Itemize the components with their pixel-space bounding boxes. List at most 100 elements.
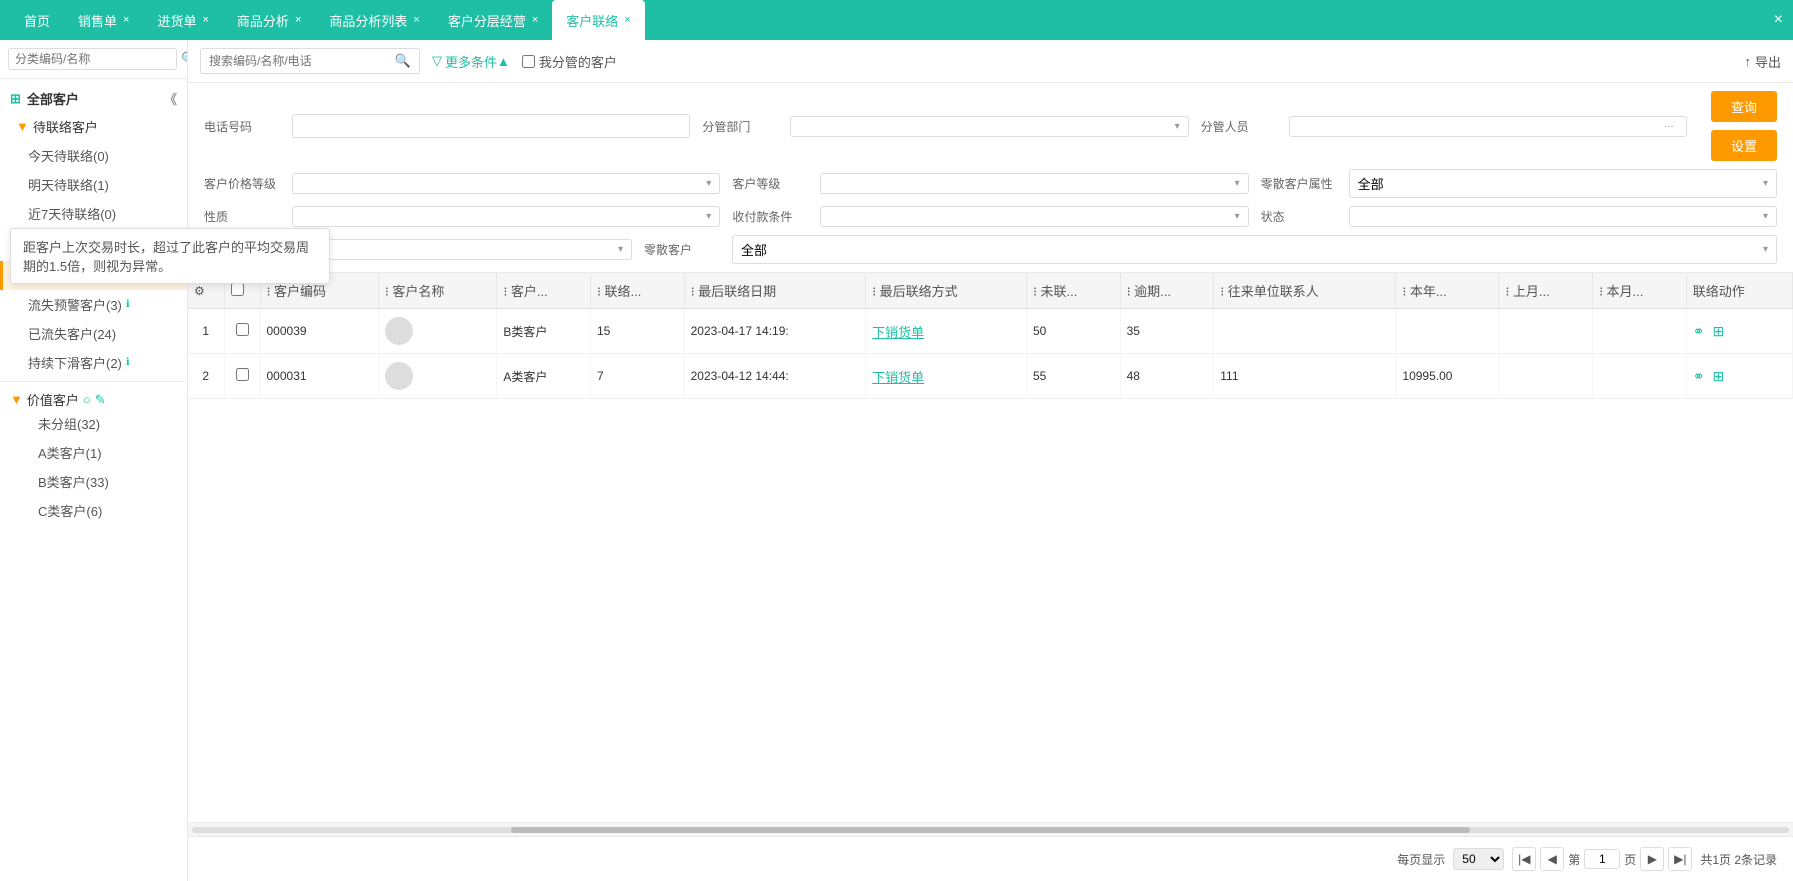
close-customer-contact-tab[interactable]: ×: [624, 14, 630, 26]
tooltip-box: 距客户上次交易时长，超过了此客户的平均交易周期的1.5倍，则视为异常。: [10, 228, 187, 284]
row-2-checkbox[interactable]: [236, 368, 249, 381]
sidebar-search-input[interactable]: [8, 48, 177, 70]
gender-select[interactable]: [292, 206, 720, 227]
info-icon-declining[interactable]: ℹ: [126, 357, 130, 368]
sidebar-item-today[interactable]: 今天待联络(0): [0, 141, 187, 170]
scrollbar-track[interactable]: [192, 827, 1789, 833]
export-button[interactable]: ↑ 导出: [1744, 52, 1781, 71]
row-1-grid-icon[interactable]: ⊞: [1712, 323, 1724, 340]
nav-tab-sales[interactable]: 销售单 ×: [64, 0, 143, 40]
customer-level-select[interactable]: [820, 173, 1248, 194]
row-2-link-icon[interactable]: ⚭: [1693, 368, 1705, 385]
row-1-unit-contact: [1214, 309, 1396, 354]
col-last-month: ⁝ 上月...: [1499, 273, 1593, 309]
close-all-tabs[interactable]: ×: [1774, 11, 1783, 29]
filter-row-2: 客户价格等级 客户等级 零散客户属性 全部: [204, 169, 1777, 198]
filter-customer-level: 客户等级: [732, 173, 1248, 194]
sidebar-item-a-class[interactable]: A类客户(1): [10, 438, 177, 467]
filter-search-icon[interactable]: 🔍: [395, 53, 411, 69]
sidebar-item-churned[interactable]: 已流失客户(24): [0, 319, 187, 348]
row-1-avatar: [385, 317, 413, 345]
query-button[interactable]: 查询: [1711, 91, 1777, 122]
department-select[interactable]: [790, 116, 1188, 137]
nav-tab-purchase[interactable]: 进货单 ×: [143, 0, 222, 40]
page-number-input[interactable]: [1584, 849, 1620, 869]
filter-search-input[interactable]: [209, 54, 395, 68]
my-customer-checkbox[interactable]: [522, 55, 535, 68]
filter-more-conditions[interactable]: ▽ 更多条件 ▲: [432, 52, 510, 71]
sidebar-pending-title[interactable]: ▼ 待联络客户: [0, 112, 187, 141]
close-customer-tier-tab[interactable]: ×: [532, 14, 538, 26]
manager-select[interactable]: ···: [1289, 116, 1687, 137]
scrollbar-thumb[interactable]: [511, 827, 1469, 833]
filter-price-level: 客户价格等级: [204, 173, 720, 194]
col-last-contact-date: ⁝ 最后联络日期: [684, 273, 865, 309]
prev-page-btn[interactable]: ◀: [1540, 847, 1564, 871]
sidebar-item-b-class[interactable]: B类客户(33): [10, 467, 177, 496]
action-buttons: 查询 设置: [1711, 91, 1777, 161]
price-level-select[interactable]: [292, 173, 720, 194]
chevron-up-icon: ▲: [497, 54, 510, 69]
payment-select[interactable]: [820, 206, 1248, 227]
settings-button[interactable]: 设置: [1711, 130, 1777, 161]
last-page-btn[interactable]: ▶|: [1668, 847, 1692, 871]
retail-customer-select[interactable]: 全部: [732, 235, 1777, 264]
horizontal-scrollbar[interactable]: [188, 822, 1793, 836]
table-header-row: ⚙ ⁝ 客户编码 ⁝ 客户名称 ⁝: [188, 273, 1793, 309]
row-1-this-year: [1396, 309, 1499, 354]
sidebar-item-ungroup[interactable]: 未分组(32): [10, 409, 177, 438]
sidebar-search-icon[interactable]: 🔍: [181, 51, 188, 67]
nav-tab-customer-tier[interactable]: 客户分层经营 ×: [434, 0, 552, 40]
nav-tab-customer-contact[interactable]: 客户联络 ×: [552, 0, 644, 40]
row-checkbox-1[interactable]: [224, 309, 260, 354]
first-page-btn[interactable]: |◀: [1512, 847, 1536, 871]
status-arrow: [1763, 211, 1768, 222]
filter-manager: 分管人员 ···: [1201, 116, 1687, 137]
close-sales-tab[interactable]: ×: [123, 14, 129, 26]
filter-icon: ▽: [432, 53, 442, 69]
sidebar-all-customers[interactable]: ⊞ 全部客户 《: [0, 85, 187, 112]
sidebar-value-header[interactable]: ▼ 价值客户 ○ ✎: [10, 390, 177, 409]
close-analysis-list-tab[interactable]: ×: [413, 14, 419, 26]
row-2-avatar: [385, 362, 413, 390]
status-select[interactable]: [1349, 206, 1777, 227]
row-2-grid-icon[interactable]: ⊞: [1712, 368, 1724, 385]
sidebar-collapse-btn[interactable]: 《: [164, 89, 177, 108]
filter-row-4: ··· 客户类型 零散客户 全部: [204, 235, 1777, 264]
row-1-name: [378, 309, 496, 354]
sidebar-item-c-class[interactable]: C类客户(6): [10, 496, 177, 525]
next-page-btn[interactable]: ▶: [1640, 847, 1664, 871]
phone-input[interactable]: [292, 114, 690, 138]
col-action: 联络动作: [1686, 273, 1792, 309]
edit-icon-value[interactable]: ○: [83, 392, 91, 407]
nav-tab-analysis[interactable]: 商品分析 ×: [223, 0, 315, 40]
sidebar-item-tomorrow[interactable]: 明天待联络(1): [0, 170, 187, 199]
data-table-area: ⚙ ⁝ 客户编码 ⁝ 客户名称 ⁝: [188, 273, 1793, 822]
close-analysis-tab[interactable]: ×: [295, 14, 301, 26]
customer-level-arrow: [1235, 178, 1240, 189]
row-1-checkbox[interactable]: [236, 323, 249, 336]
payment-arrow: [1235, 211, 1240, 222]
col-this-year: ⁝ 本年...: [1396, 273, 1499, 309]
row-1-link-icon[interactable]: ⚭: [1693, 323, 1705, 340]
nav-tab-home[interactable]: 首页: [10, 0, 64, 40]
sidebar-item-7days[interactable]: 近7天待联络(0): [0, 199, 187, 228]
row-1-not-contacted: 50: [1026, 309, 1120, 354]
select-all-checkbox[interactable]: [231, 283, 244, 296]
filter-phone: 电话号码: [204, 114, 690, 138]
close-purchase-tab[interactable]: ×: [202, 14, 208, 26]
retail-attr-select[interactable]: 全部: [1349, 169, 1777, 198]
row-checkbox-2[interactable]: [224, 354, 260, 399]
customer-type-select[interactable]: [320, 239, 632, 260]
nav-tab-analysis-list[interactable]: 商品分析列表 ×: [315, 0, 433, 40]
edit2-icon-value[interactable]: ✎: [95, 392, 106, 408]
row-2-name: [378, 354, 496, 399]
row-2-method-link[interactable]: 下销货单: [872, 370, 924, 385]
row-1-method-link[interactable]: 下销货单: [872, 325, 924, 340]
page-size-select[interactable]: 50 20 100: [1453, 848, 1504, 870]
sidebar-item-declining[interactable]: 持续下滑客户(2) ℹ: [0, 348, 187, 377]
col-last-contact-method: ⁝ 最后联络方式: [866, 273, 1027, 309]
info-icon-churn[interactable]: ℹ: [126, 299, 130, 310]
filter-row-1: 电话号码 分管部门 分管人员 ··· 查询: [204, 91, 1777, 161]
sidebar-item-churn-warning[interactable]: 流失预警客户(3) ℹ: [0, 290, 187, 319]
